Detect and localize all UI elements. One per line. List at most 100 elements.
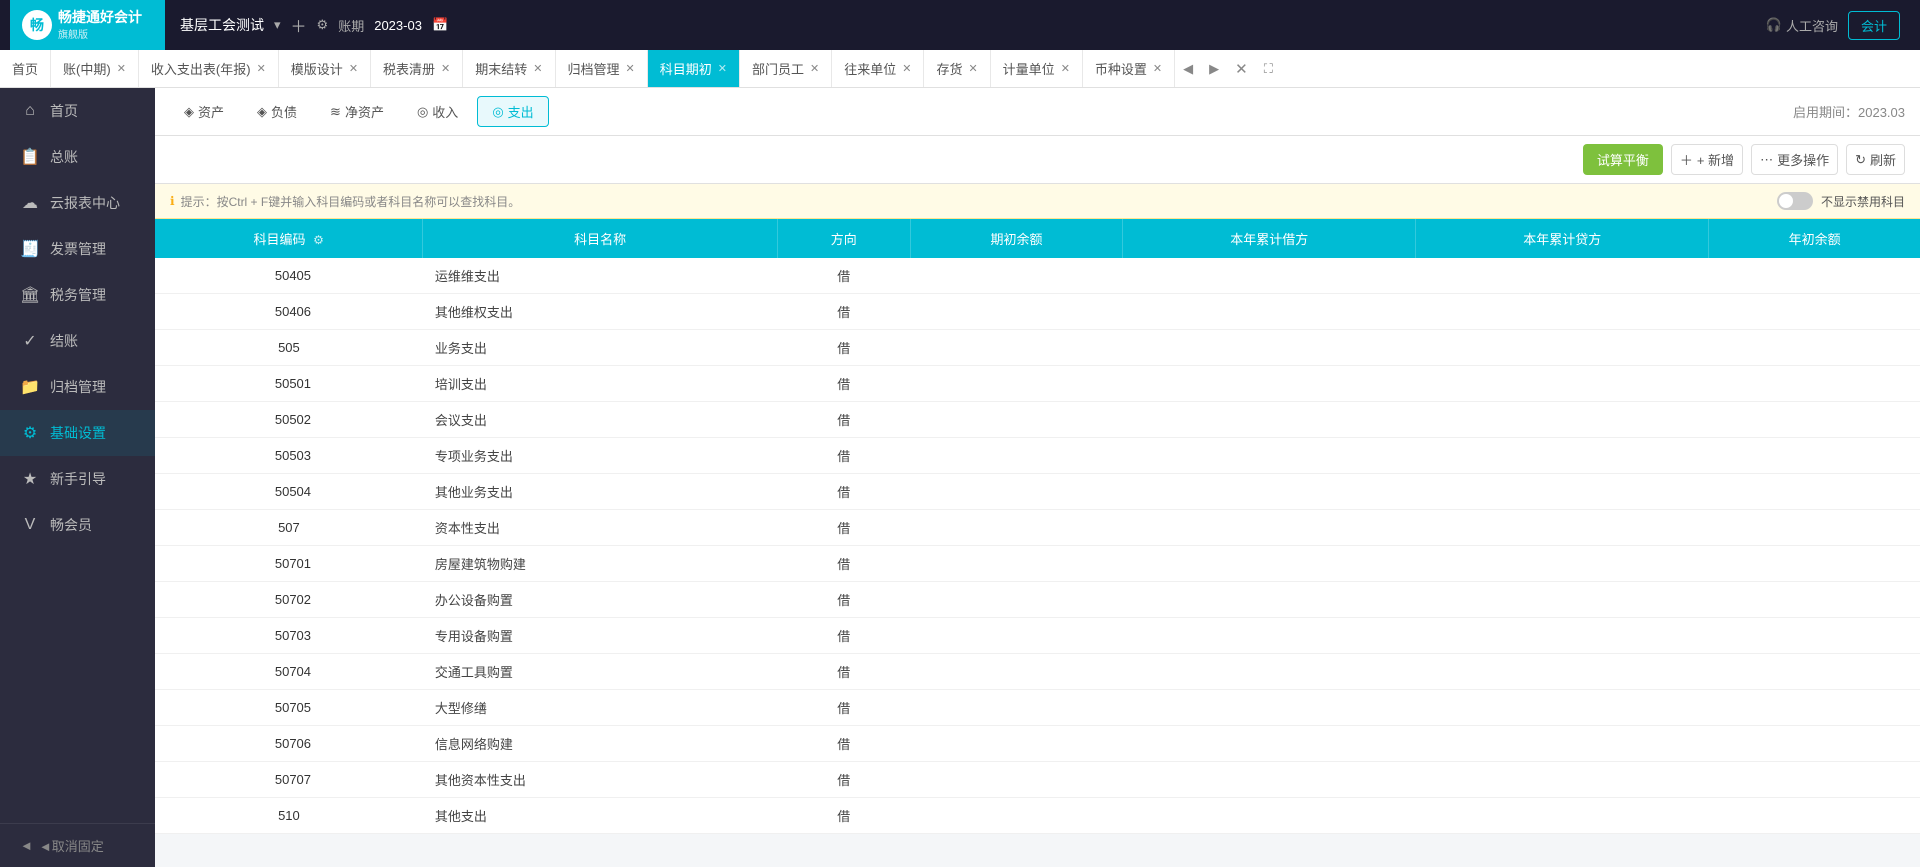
col-gear-icon[interactable]: ⚙: [313, 233, 324, 247]
cell-debit: [1123, 330, 1416, 366]
cell-direction: 借: [777, 438, 910, 474]
subtab-expenditure[interactable]: ◎ 支出: [477, 96, 548, 127]
subtab-assets[interactable]: ◈ 资产: [170, 97, 238, 126]
tab-income[interactable]: 收入支出表(年报) ✕: [139, 50, 279, 87]
table-row[interactable]: 50504 其他业务支出 借: [155, 474, 1920, 510]
period-label: 账期: [338, 16, 364, 35]
tab-dept[interactable]: 部门员工 ✕: [740, 50, 832, 87]
logo-sub: 旗舰版: [58, 26, 142, 41]
tab-inventory-label: 存货: [936, 59, 962, 78]
sidebar-collapse-button[interactable]: ◄ ◄取消固定: [0, 823, 155, 867]
cell-credit: [1416, 726, 1709, 762]
tab-contacts-close[interactable]: ✕: [902, 62, 911, 75]
table-row[interactable]: 510 其他支出 借: [155, 798, 1920, 834]
add-button[interactable]: ＋ + 新增: [1671, 144, 1743, 175]
tab-tax-close[interactable]: ✕: [441, 62, 450, 75]
table-row[interactable]: 50703 专用设备购置 借: [155, 618, 1920, 654]
col-code: 科目编码 ⚙: [155, 219, 423, 258]
table-row[interactable]: 50706 信息网络购建 借: [155, 726, 1920, 762]
tab-archive-close[interactable]: ✕: [626, 62, 635, 75]
cell-code: 50702: [155, 582, 423, 618]
table-row[interactable]: 50701 房屋建筑物购建 借: [155, 546, 1920, 582]
cell-code: 50706: [155, 726, 423, 762]
tab-ledger[interactable]: 账(中期) ✕: [51, 50, 139, 87]
tab-next-button[interactable]: ▶: [1201, 50, 1227, 87]
sidebar-item-reports[interactable]: ☁ 云报表中心: [0, 180, 155, 226]
tab-dept-close[interactable]: ✕: [810, 62, 819, 75]
tab-maximize-button[interactable]: ⛶: [1256, 50, 1281, 87]
sidebar-item-closing[interactable]: ✓ 结账: [0, 318, 155, 364]
cell-opening: [910, 618, 1123, 654]
cell-yearstart: [1709, 690, 1920, 726]
tab-template[interactable]: 模版设计 ✕: [279, 50, 371, 87]
top-right: 🎧 人工咨询 会计: [1766, 11, 1910, 40]
sidebar-item-home[interactable]: ⌂ 首页: [0, 88, 155, 134]
cell-name: 其他维权支出: [423, 294, 778, 330]
tab-archive[interactable]: 归档管理 ✕: [556, 50, 648, 87]
table-row[interactable]: 50702 办公设备购置 借: [155, 582, 1920, 618]
tab-contacts[interactable]: 往来单位 ✕: [832, 50, 924, 87]
tab-units-close[interactable]: ✕: [1061, 62, 1070, 75]
more-button[interactable]: ⋯ 更多操作: [1751, 144, 1838, 175]
tab-subjects-close[interactable]: ✕: [718, 62, 727, 75]
sidebar-item-settings[interactable]: ⚙ 基础设置: [0, 410, 155, 456]
subtab-income[interactable]: ◎ 收入: [403, 97, 472, 126]
sidebar-item-member[interactable]: V 畅会员: [0, 502, 155, 548]
cell-code: 50705: [155, 690, 423, 726]
refresh-button[interactable]: ↻ 刷新: [1846, 144, 1905, 175]
disabled-toggle[interactable]: [1777, 192, 1813, 210]
table-row[interactable]: 505 业务支出 借: [155, 330, 1920, 366]
table-row[interactable]: 50406 其他维权支出 借: [155, 294, 1920, 330]
cell-yearstart: [1709, 474, 1920, 510]
tab-ledger-close[interactable]: ✕: [117, 62, 126, 75]
settings-icon[interactable]: ⚙: [317, 17, 329, 33]
subtab-netassets[interactable]: ≋ 净资产: [316, 97, 398, 126]
cell-direction: 借: [777, 510, 910, 546]
table-row[interactable]: 50503 专项业务支出 借: [155, 438, 1920, 474]
add-company-button[interactable]: ＋: [291, 13, 307, 37]
cell-yearstart: [1709, 510, 1920, 546]
sidebar-item-archive[interactable]: 📁 归档管理: [0, 364, 155, 410]
collapse-label: ◄取消固定: [39, 836, 104, 855]
sidebar-item-guide[interactable]: ★ 新手引导: [0, 456, 155, 502]
tab-home[interactable]: 首页: [0, 50, 51, 87]
cell-credit: [1416, 474, 1709, 510]
table-row[interactable]: 50707 其他资本性支出 借: [155, 762, 1920, 798]
tab-closing-close[interactable]: ✕: [533, 62, 542, 75]
sidebar-item-ledger[interactable]: 📋 总账: [0, 134, 155, 180]
tab-template-close[interactable]: ✕: [349, 62, 358, 75]
table-row[interactable]: 50502 会议支出 借: [155, 402, 1920, 438]
tab-currency-close[interactable]: ✕: [1153, 62, 1162, 75]
tab-inventory-close[interactable]: ✕: [968, 62, 977, 75]
cell-direction: 借: [777, 294, 910, 330]
table-row[interactable]: 50501 培训支出 借: [155, 366, 1920, 402]
sidebar-item-invoice[interactable]: 🧾 发票管理: [0, 226, 155, 272]
calendar-icon[interactable]: 📅: [432, 17, 448, 33]
table-row[interactable]: 507 资本性支出 借: [155, 510, 1920, 546]
add-icon: ＋: [1680, 150, 1693, 169]
tab-income-close[interactable]: ✕: [257, 62, 266, 75]
tab-prev-button[interactable]: ◀: [1175, 50, 1201, 87]
table-row[interactable]: 50704 交通工具购置 借: [155, 654, 1920, 690]
help-button[interactable]: 🎧 人工咨询: [1766, 16, 1838, 35]
tab-close-all-button[interactable]: ✕: [1227, 50, 1256, 87]
table-row[interactable]: 50705 大型修缮 借: [155, 690, 1920, 726]
subtab-liabilities[interactable]: ◈ 负债: [243, 97, 311, 126]
sidebar-member-label: 畅会员: [50, 515, 92, 535]
tab-inventory[interactable]: 存货 ✕: [924, 50, 990, 87]
tab-subjects[interactable]: 科目期初 ✕: [648, 50, 740, 87]
account-button[interactable]: 会计: [1848, 11, 1900, 40]
cell-name: 资本性支出: [423, 510, 778, 546]
tab-currency[interactable]: 币种设置 ✕: [1083, 50, 1175, 87]
more-icon: ⋯: [1760, 152, 1773, 168]
cell-debit: [1123, 546, 1416, 582]
company-dropdown-icon[interactable]: ▾: [274, 17, 281, 33]
table-row[interactable]: 50405 运维维支出 借: [155, 258, 1920, 294]
balance-button[interactable]: 试算平衡: [1583, 144, 1663, 175]
sidebar-item-tax[interactable]: 🏛 税务管理: [0, 272, 155, 318]
cell-direction: 借: [777, 402, 910, 438]
tab-units[interactable]: 计量单位 ✕: [991, 50, 1083, 87]
tab-tax[interactable]: 税表清册 ✕: [371, 50, 463, 87]
tab-closing[interactable]: 期末结转 ✕: [463, 50, 555, 87]
cell-yearstart: [1709, 402, 1920, 438]
